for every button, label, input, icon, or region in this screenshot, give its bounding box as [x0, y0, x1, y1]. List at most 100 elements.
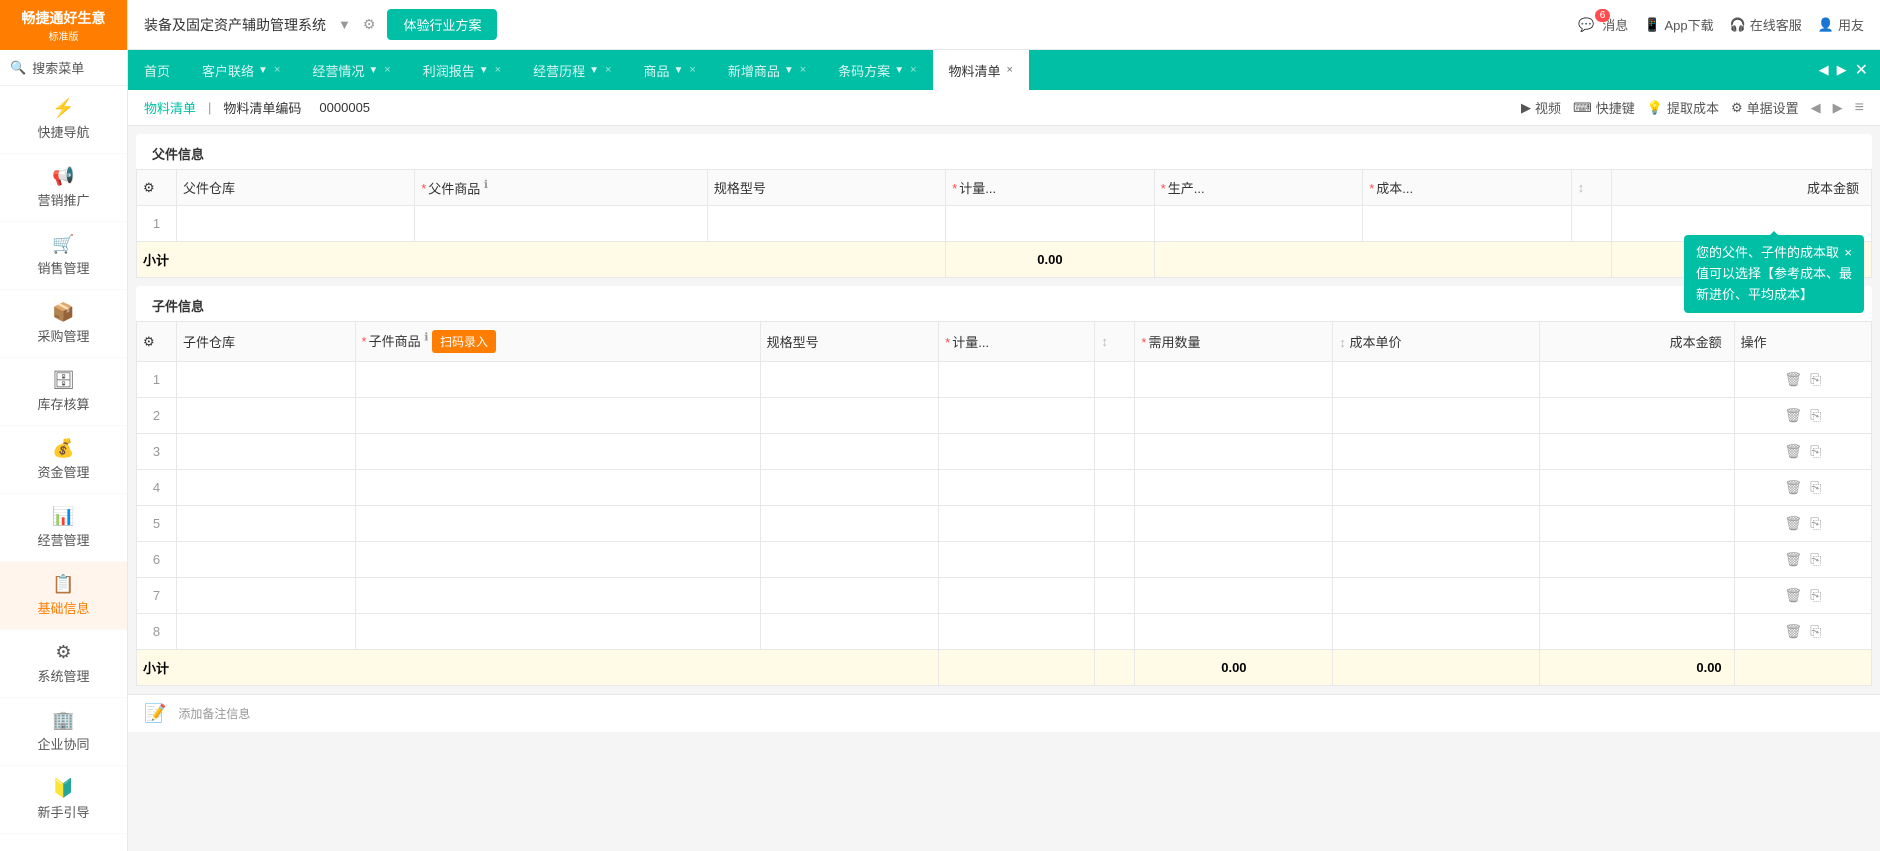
settings-icon[interactable]: ⚙ [363, 16, 376, 33]
child-cell-warehouse-8[interactable] [177, 614, 356, 650]
child-cell-unit-1[interactable] [939, 362, 1095, 398]
child-cell-quantity-1[interactable] [1135, 362, 1333, 398]
breadcrumb-bom[interactable]: 物料清单 [144, 98, 196, 117]
shortcut-action[interactable]: ⌨ 快捷键 [1573, 98, 1635, 117]
tab-nav-left[interactable]: ◀ [1815, 58, 1833, 82]
tab-barcode-close[interactable]: × [910, 64, 916, 76]
child-cell-spec-6[interactable] [760, 542, 939, 578]
child-cell-unitcost-1[interactable] [1333, 362, 1539, 398]
child-cell-unitcost-5[interactable] [1333, 506, 1539, 542]
child-cell-quantity-6[interactable] [1135, 542, 1333, 578]
tab-customer-close[interactable]: × [274, 64, 280, 76]
trial-button[interactable]: 体验行业方案 [387, 9, 497, 40]
copy-icon-2[interactable]: ⎘ [1810, 407, 1821, 424]
child-cell-warehouse-2[interactable] [177, 398, 356, 434]
child-cell-unitcost-2[interactable] [1333, 398, 1539, 434]
child-cell-quantity-4[interactable] [1135, 470, 1333, 506]
dropdown-arrow[interactable]: ▼ [338, 17, 351, 32]
sidebar-item-system[interactable]: ⚙ 系统管理 [0, 630, 127, 698]
child-cell-quantity-2[interactable] [1135, 398, 1333, 434]
delete-icon-8[interactable]: 🗑 [1784, 623, 1802, 640]
child-cell-goods-6[interactable] [355, 542, 760, 578]
child-cell-spec-4[interactable] [760, 470, 939, 506]
child-cell-quantity-8[interactable] [1135, 614, 1333, 650]
child-cell-spec-5[interactable] [760, 506, 939, 542]
sidebar-item-sales[interactable]: 🛒 销售管理 [0, 222, 127, 290]
parent-cell-goods[interactable] [415, 206, 708, 242]
copy-icon-1[interactable]: ⎘ [1810, 371, 1821, 388]
child-cell-goods-5[interactable] [355, 506, 760, 542]
parent-col-settings[interactable]: ⚙ [137, 170, 177, 206]
delete-icon-3[interactable]: 🗑 [1784, 443, 1802, 460]
list-view-btn[interactable]: ≡ [1855, 99, 1864, 117]
delete-icon-6[interactable]: 🗑 [1784, 551, 1802, 568]
sidebar-item-finance[interactable]: 💰 资金管理 [0, 426, 127, 494]
info-icon[interactable]: ℹ [484, 179, 488, 191]
child-cell-spec-2[interactable] [760, 398, 939, 434]
child-cell-unit-3[interactable] [939, 434, 1095, 470]
sidebar-item-purchase[interactable]: 📦 采购管理 [0, 290, 127, 358]
tooltip-close-btn[interactable]: × [1844, 243, 1852, 264]
add-note-icon[interactable]: 📝 [144, 703, 166, 724]
tab-nav-right[interactable]: ▶ [1833, 58, 1851, 82]
child-cell-unitcost-7[interactable] [1333, 578, 1539, 614]
tab-operations-close[interactable]: × [384, 64, 390, 76]
tab-bom[interactable]: 物料清单 × [933, 50, 1029, 90]
copy-icon-4[interactable]: ⎘ [1810, 479, 1821, 496]
tab-history-close[interactable]: × [605, 64, 611, 76]
tab-new-goods[interactable]: 新增商品 ▼ × [712, 50, 822, 90]
tab-goods-close[interactable]: × [689, 64, 695, 76]
child-cell-unit-4[interactable] [939, 470, 1095, 506]
copy-icon-6[interactable]: ⎘ [1810, 551, 1821, 568]
child-cell-warehouse-3[interactable] [177, 434, 356, 470]
sidebar-item-marketing[interactable]: 📢 营销推广 [0, 154, 127, 222]
child-cell-quantity-7[interactable] [1135, 578, 1333, 614]
child-cell-unitcost-6[interactable] [1333, 542, 1539, 578]
tab-bom-close[interactable]: × [1007, 64, 1013, 76]
child-cell-warehouse-7[interactable] [177, 578, 356, 614]
child-cell-quantity-3[interactable] [1135, 434, 1333, 470]
delete-icon-4[interactable]: 🗑 [1784, 479, 1802, 496]
delete-icon-2[interactable]: 🗑 [1784, 407, 1802, 424]
child-cell-unitcost-3[interactable] [1333, 434, 1539, 470]
copy-icon-3[interactable]: ⎘ [1810, 443, 1821, 460]
search-menu[interactable]: 🔍 搜索菜单 [0, 50, 127, 86]
child-cell-unit-8[interactable] [939, 614, 1095, 650]
tab-operations[interactable]: 经营情况 ▼ × [296, 50, 406, 90]
sidebar-item-quick-nav[interactable]: ⚡ 快捷导航 [0, 86, 127, 154]
nav-btn-right[interactable]: ▶ [1833, 100, 1843, 116]
child-cell-goods-8[interactable] [355, 614, 760, 650]
tab-close-all[interactable]: ✕ [1851, 56, 1872, 84]
sidebar-item-enterprise[interactable]: 🏢 企业协同 [0, 698, 127, 766]
online-service-item[interactable]: 🎧 在线客服 [1730, 15, 1802, 34]
child-cell-warehouse-5[interactable] [177, 506, 356, 542]
copy-icon-7[interactable]: ⎘ [1810, 587, 1821, 604]
delete-icon-7[interactable]: 🗑 [1784, 587, 1802, 604]
message-item[interactable]: 💬 6 消息 [1578, 15, 1628, 34]
child-cell-unitcost-8[interactable] [1333, 614, 1539, 650]
child-cell-warehouse-1[interactable] [177, 362, 356, 398]
parent-cell-spec[interactable] [707, 206, 945, 242]
child-cell-unit-2[interactable] [939, 398, 1095, 434]
parent-cell-unit[interactable] [946, 206, 1155, 242]
parent-cell-cost[interactable] [1363, 206, 1572, 242]
child-cell-unit-5[interactable] [939, 506, 1095, 542]
child-cell-spec-1[interactable] [760, 362, 939, 398]
child-cell-warehouse-4[interactable] [177, 470, 356, 506]
child-cell-quantity-5[interactable] [1135, 506, 1333, 542]
tab-customer[interactable]: 客户联络 ▼ × [186, 50, 296, 90]
video-action[interactable]: ▶ 视频 [1521, 98, 1561, 117]
delete-icon-1[interactable]: 🗑 [1784, 371, 1802, 388]
scan-button[interactable]: 扫码录入 [432, 330, 496, 353]
child-info-icon[interactable]: ℹ [424, 332, 428, 344]
tab-new-goods-close[interactable]: × [800, 64, 806, 76]
sidebar-item-basic-info[interactable]: 📋 基础信息 [0, 562, 127, 630]
child-cell-spec-3[interactable] [760, 434, 939, 470]
app-download-item[interactable]: 📱 App下载 [1644, 15, 1713, 34]
tab-home[interactable]: 首页 [128, 50, 186, 90]
child-cell-goods-7[interactable] [355, 578, 760, 614]
child-cell-warehouse-6[interactable] [177, 542, 356, 578]
child-cell-goods-3[interactable] [355, 434, 760, 470]
tab-goods[interactable]: 商品 ▼ × [627, 50, 711, 90]
child-cell-spec-8[interactable] [760, 614, 939, 650]
